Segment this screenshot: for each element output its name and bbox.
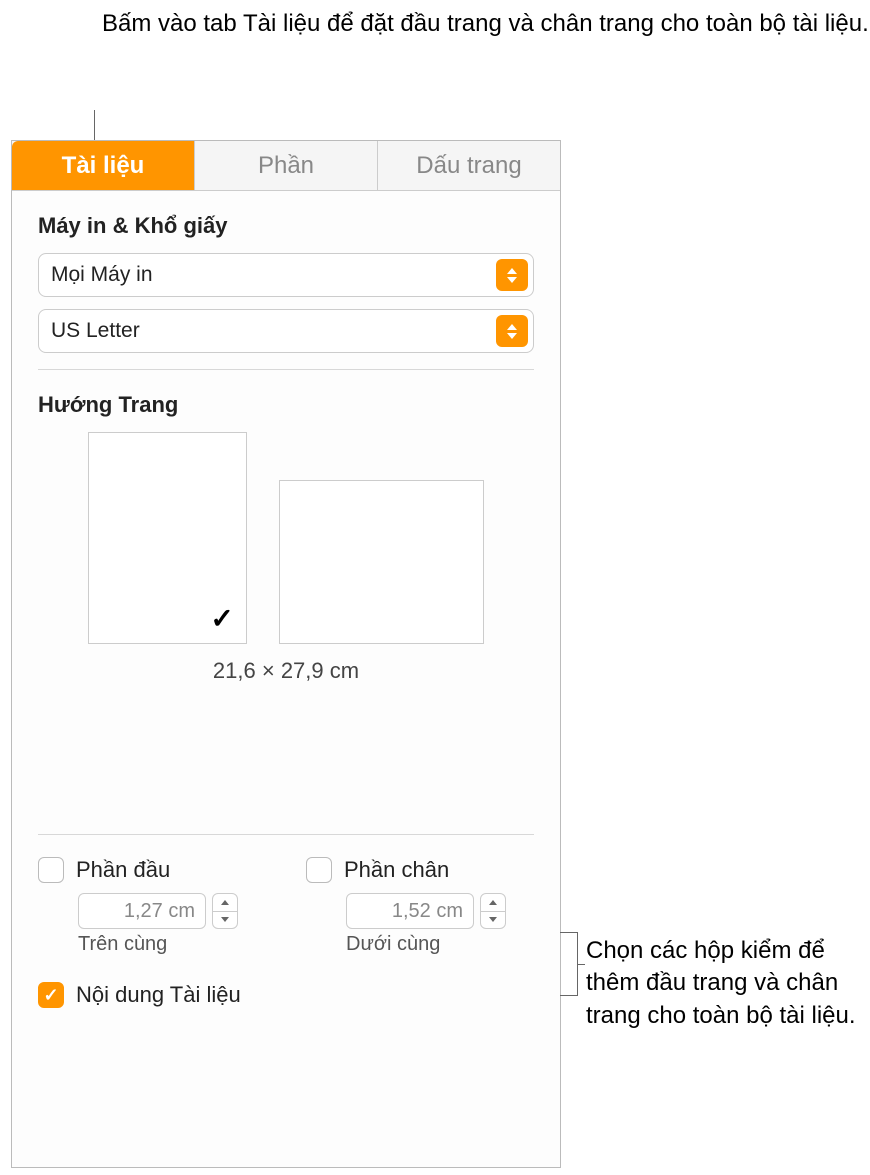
header-column: Phần đầu Trên cùng — [38, 857, 266, 956]
document-body-checkbox[interactable] — [38, 982, 64, 1008]
header-offset-input[interactable] — [78, 893, 206, 929]
updown-arrows-icon — [496, 259, 528, 291]
orientation-landscape-button[interactable] — [279, 480, 484, 644]
header-checkbox[interactable] — [38, 857, 64, 883]
orientation-title: Hướng Trang — [38, 392, 534, 418]
header-stepper[interactable] — [212, 893, 238, 929]
tab-section[interactable]: Phần — [195, 141, 378, 190]
orientation-portrait-button[interactable]: ✓ — [88, 432, 247, 644]
footer-checkbox[interactable] — [306, 857, 332, 883]
printer-select[interactable]: Mọi Máy in — [38, 253, 534, 297]
document-body-label: Nội dung Tài liệu — [76, 982, 241, 1008]
printer-select-value: Mọi Máy in — [51, 263, 153, 287]
stepper-up-icon[interactable] — [481, 894, 505, 912]
footer-column: Phần chân Dưới cùng — [306, 857, 534, 956]
callout-bracket — [560, 932, 578, 996]
header-checkbox-label: Phần đầu — [76, 857, 170, 883]
callout-right: Chọn các hộp kiểm để thêm đầu trang và c… — [586, 935, 870, 1032]
paper-size-select-value: US Letter — [51, 319, 140, 343]
orientation-section: Hướng Trang ✓ 21,6 × 27,9 cm — [12, 370, 560, 684]
footer-offset-input[interactable] — [346, 893, 474, 929]
stepper-up-icon[interactable] — [213, 894, 237, 912]
document-body-row: Nội dung Tài liệu — [12, 962, 560, 1028]
paper-size-select[interactable]: US Letter — [38, 309, 534, 353]
header-sub-label: Trên cùng — [78, 933, 266, 956]
footer-stepper[interactable] — [480, 893, 506, 929]
tab-bookmark[interactable]: Dấu trang — [378, 141, 560, 190]
document-inspector-panel: Tài liệu Phần Dấu trang Máy in & Khổ giấ… — [11, 140, 561, 1168]
orientation-row: ✓ — [38, 432, 534, 644]
page-dimensions-label: 21,6 × 27,9 cm — [38, 658, 534, 684]
footer-checkbox-row: Phần chân — [306, 857, 534, 883]
footer-checkbox-label: Phần chân — [344, 857, 449, 883]
tabs-row: Tài liệu Phần Dấu trang — [12, 141, 560, 191]
checkmark-icon: ✓ — [210, 602, 233, 635]
header-stepper-row — [78, 893, 266, 929]
updown-arrows-icon — [496, 315, 528, 347]
footer-sub-label: Dưới cùng — [346, 933, 534, 956]
printer-paper-section: Máy in & Khổ giấy Mọi Máy in US Letter — [12, 191, 560, 353]
header-footer-row: Phần đầu Trên cùng Phần chân — [12, 835, 560, 962]
footer-stepper-row — [346, 893, 534, 929]
stepper-down-icon[interactable] — [481, 912, 505, 929]
callout-top: Bấm vào tab Tài liệu để đặt đầu trang và… — [102, 8, 869, 40]
header-checkbox-row: Phần đầu — [38, 857, 266, 883]
stepper-down-icon[interactable] — [213, 912, 237, 929]
printer-paper-title: Máy in & Khổ giấy — [38, 213, 534, 239]
tab-document[interactable]: Tài liệu — [12, 141, 195, 190]
